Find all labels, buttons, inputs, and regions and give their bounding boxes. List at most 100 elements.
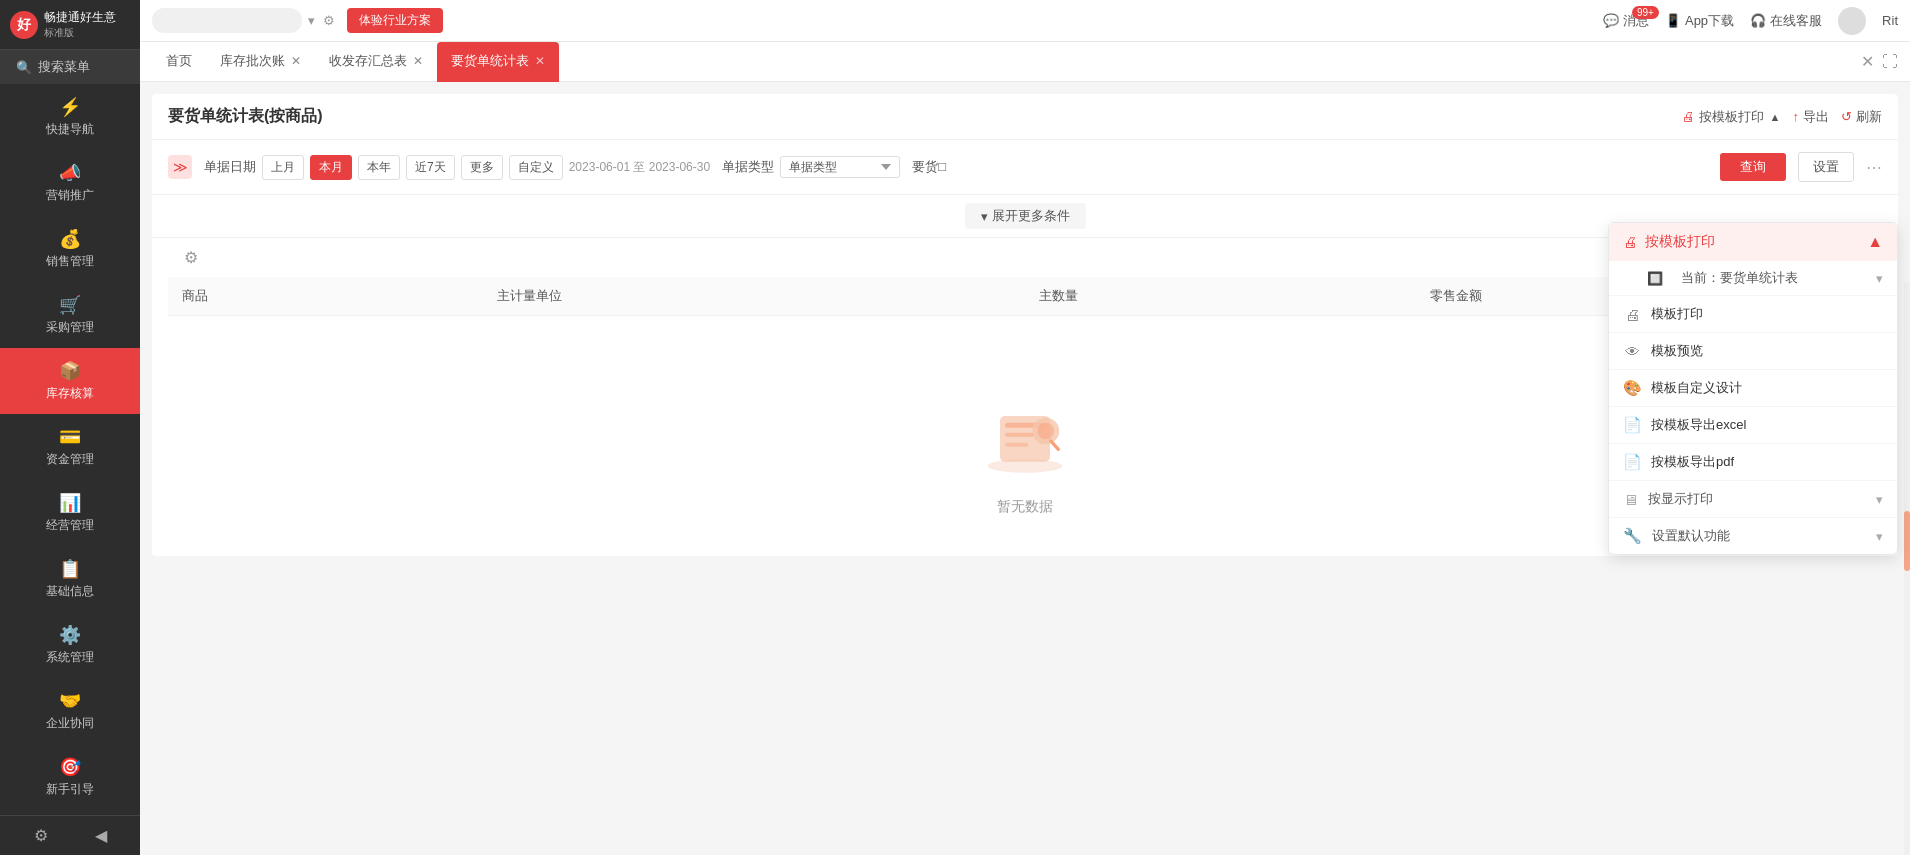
dropdown-template-print[interactable]: 🖨 模板打印: [1609, 296, 1897, 333]
app-name: 畅捷通好生意: [44, 10, 116, 26]
search-label: 搜索菜单: [38, 58, 90, 76]
th-product: 商品: [168, 277, 483, 316]
date-btn-this-month[interactable]: 本月: [310, 155, 352, 180]
template-design-icon: 🎨: [1623, 379, 1641, 397]
user-avatar[interactable]: [1838, 7, 1866, 35]
dropdown-current-template[interactable]: 🔲 当前：要货单统计表 ▾: [1609, 261, 1897, 296]
th-unit: 主计量单位: [483, 277, 1025, 316]
dropdown-display-print[interactable]: 🖥 按显示打印 ▾: [1609, 481, 1897, 518]
date-btn-this-year[interactable]: 本年: [358, 155, 400, 180]
export-excel-icon: 📄: [1623, 416, 1641, 434]
header: ▾ ⚙ 体验行业方案 💬 消息 99+ 📱 App下载 🎧 在线客服 Rit: [140, 0, 1910, 42]
basic-label: 基础信息: [46, 583, 94, 600]
dropdown-template-design[interactable]: 🎨 模板自定义设计: [1609, 370, 1897, 407]
tab-order-stats[interactable]: 要货单统计表 ✕: [437, 42, 559, 82]
default-settings-icon: 🔧: [1623, 527, 1642, 545]
sidebar-item-inventory[interactable]: 📦 库存核算: [0, 348, 140, 414]
header-right: 💬 消息 99+ 📱 App下载 🎧 在线客服 Rit: [1603, 7, 1898, 35]
empty-state-icon: [975, 396, 1075, 486]
sidebar-item-purchase[interactable]: 🛒 采购管理: [0, 282, 140, 348]
export-btn[interactable]: ↑ 导出: [1793, 108, 1830, 126]
sidebar-item-system[interactable]: ⚙️ 系统管理: [0, 612, 140, 678]
basic-icon: 📋: [59, 558, 81, 580]
settings-filter-btn[interactable]: 设置: [1798, 152, 1854, 182]
date-btn-custom[interactable]: 自定义: [509, 155, 563, 180]
print-label: 按模板打印: [1699, 108, 1764, 126]
date-range-text: 2023-06-01 至 2023-06-30: [569, 159, 710, 176]
print-btn[interactable]: 🖨 按模板打印 ▲: [1682, 108, 1781, 126]
finance-icon: 💳: [59, 426, 81, 448]
template-preview-icon: 👁: [1623, 343, 1641, 360]
dropdown-export-pdf[interactable]: 📄 按模板导出pdf: [1609, 444, 1897, 481]
content-area: 要货单统计表(按商品) 🖨 按模板打印 ▲ ↑ 导出 ↺ 刷新: [140, 82, 1910, 855]
filter-expand-btn[interactable]: ≫: [168, 155, 192, 179]
sidebar-item-marketing[interactable]: 📣 营销推广: [0, 150, 140, 216]
refresh-label: 刷新: [1856, 108, 1882, 126]
app-download-btn[interactable]: 📱 App下载: [1665, 12, 1734, 30]
expand-more-btn[interactable]: ▾ 展开更多条件: [965, 203, 1086, 229]
enterprise-label: 企业协同: [46, 715, 94, 732]
date-btn-more[interactable]: 更多: [461, 155, 503, 180]
app-logo: 好 畅捷通好生意 标准版: [0, 0, 140, 50]
type-filter-select[interactable]: 单据类型: [780, 156, 900, 178]
dropdown-export-excel[interactable]: 📄 按模板导出excel: [1609, 407, 1897, 444]
template-print-icon: 🖨: [1623, 306, 1641, 323]
goods-type-label: 要货□: [912, 158, 946, 176]
header-gear-btn[interactable]: ⚙: [323, 13, 335, 28]
header-dropdown-btn[interactable]: ▾: [308, 13, 315, 28]
sidebar-search[interactable]: 🔍 搜索菜单: [0, 50, 140, 84]
tab-order-stats-close[interactable]: ✕: [535, 54, 545, 68]
sidebar-item-basic[interactable]: 📋 基础信息: [0, 546, 140, 612]
default-settings-label: 设置默认功能: [1652, 527, 1730, 545]
tab-collection-summary[interactable]: 收发存汇总表 ✕: [315, 42, 437, 82]
sidebar-settings-btn[interactable]: ⚙: [34, 826, 48, 845]
export-excel-label: 按模板导出excel: [1651, 416, 1746, 434]
current-template-chevron: ▾: [1876, 271, 1883, 286]
export-pdf-label: 按模板导出pdf: [1651, 453, 1734, 471]
tab-home[interactable]: 首页: [152, 42, 206, 82]
dropdown-header[interactable]: 🖨 按模板打印 ▲: [1609, 223, 1897, 261]
refresh-btn[interactable]: ↺ 刷新: [1841, 108, 1882, 126]
sidebar-item-operations[interactable]: 📊 经营管理: [0, 480, 140, 546]
tab-collection-summary-label: 收发存汇总表: [329, 52, 407, 70]
sidebar-item-enterprise[interactable]: 🤝 企业协同: [0, 678, 140, 744]
online-service-btn[interactable]: 🎧 在线客服: [1750, 12, 1822, 30]
inventory-label: 库存核算: [46, 385, 94, 402]
query-btn[interactable]: 查询: [1720, 153, 1786, 181]
trial-btn[interactable]: 体验行业方案: [347, 8, 443, 33]
tab-collection-summary-close[interactable]: ✕: [413, 54, 423, 68]
sidebar: 好 畅捷通好生意 标准版 🔍 搜索菜单 ⚡ 快捷导航 📣 营销推广 💰 销售管理…: [0, 0, 140, 855]
dropdown-collapse-btn[interactable]: ▲: [1867, 233, 1883, 251]
quick-nav-icon: ⚡: [59, 96, 81, 118]
tab-close-all-btn[interactable]: ✕: [1861, 52, 1874, 71]
purchase-label: 采购管理: [46, 319, 94, 336]
message-btn[interactable]: 💬 消息 99+: [1603, 12, 1649, 30]
tab-batch-account-close[interactable]: ✕: [291, 54, 301, 68]
th-quantity: 主数量: [1025, 277, 1416, 316]
purchase-icon: 🛒: [59, 294, 81, 316]
empty-text: 暂无数据: [997, 498, 1053, 516]
column-settings-btn[interactable]: ⚙: [184, 248, 198, 267]
dropdown-template-preview[interactable]: 👁 模板预览: [1609, 333, 1897, 370]
filter-more-btn[interactable]: ⋯: [1866, 158, 1882, 177]
sidebar-item-sales[interactable]: 💰 销售管理: [0, 216, 140, 282]
sidebar-item-appstore[interactable]: 🏪 应用中心: [0, 810, 140, 815]
date-btn-last-month[interactable]: 上月: [262, 155, 304, 180]
date-btn-7days[interactable]: 近7天: [406, 155, 455, 180]
sidebar-item-quick-nav[interactable]: ⚡ 快捷导航: [0, 84, 140, 150]
sidebar-item-finance[interactable]: 💳 资金管理: [0, 414, 140, 480]
export-pdf-icon: 📄: [1623, 453, 1641, 471]
dropdown-default-settings[interactable]: 🔧 设置默认功能 ▾: [1609, 518, 1897, 554]
display-print-chevron: ▾: [1876, 492, 1883, 507]
sidebar-item-guide[interactable]: 🎯 新手引导: [0, 744, 140, 810]
quick-nav-label: 快捷导航: [46, 121, 94, 138]
message-badge: 99+: [1632, 6, 1659, 19]
marketing-icon: 📣: [59, 162, 81, 184]
tab-maximize-btn[interactable]: ⛶: [1882, 53, 1898, 71]
svg-rect-4: [1005, 443, 1028, 447]
tab-batch-account[interactable]: 库存批次账 ✕: [206, 42, 315, 82]
sidebar-collapse-btn[interactable]: ◀: [95, 826, 107, 845]
header-search-box: [152, 8, 302, 33]
print-dropdown-chevron[interactable]: ▲: [1770, 111, 1781, 123]
right-scrollbar[interactable]: [1904, 282, 1910, 855]
